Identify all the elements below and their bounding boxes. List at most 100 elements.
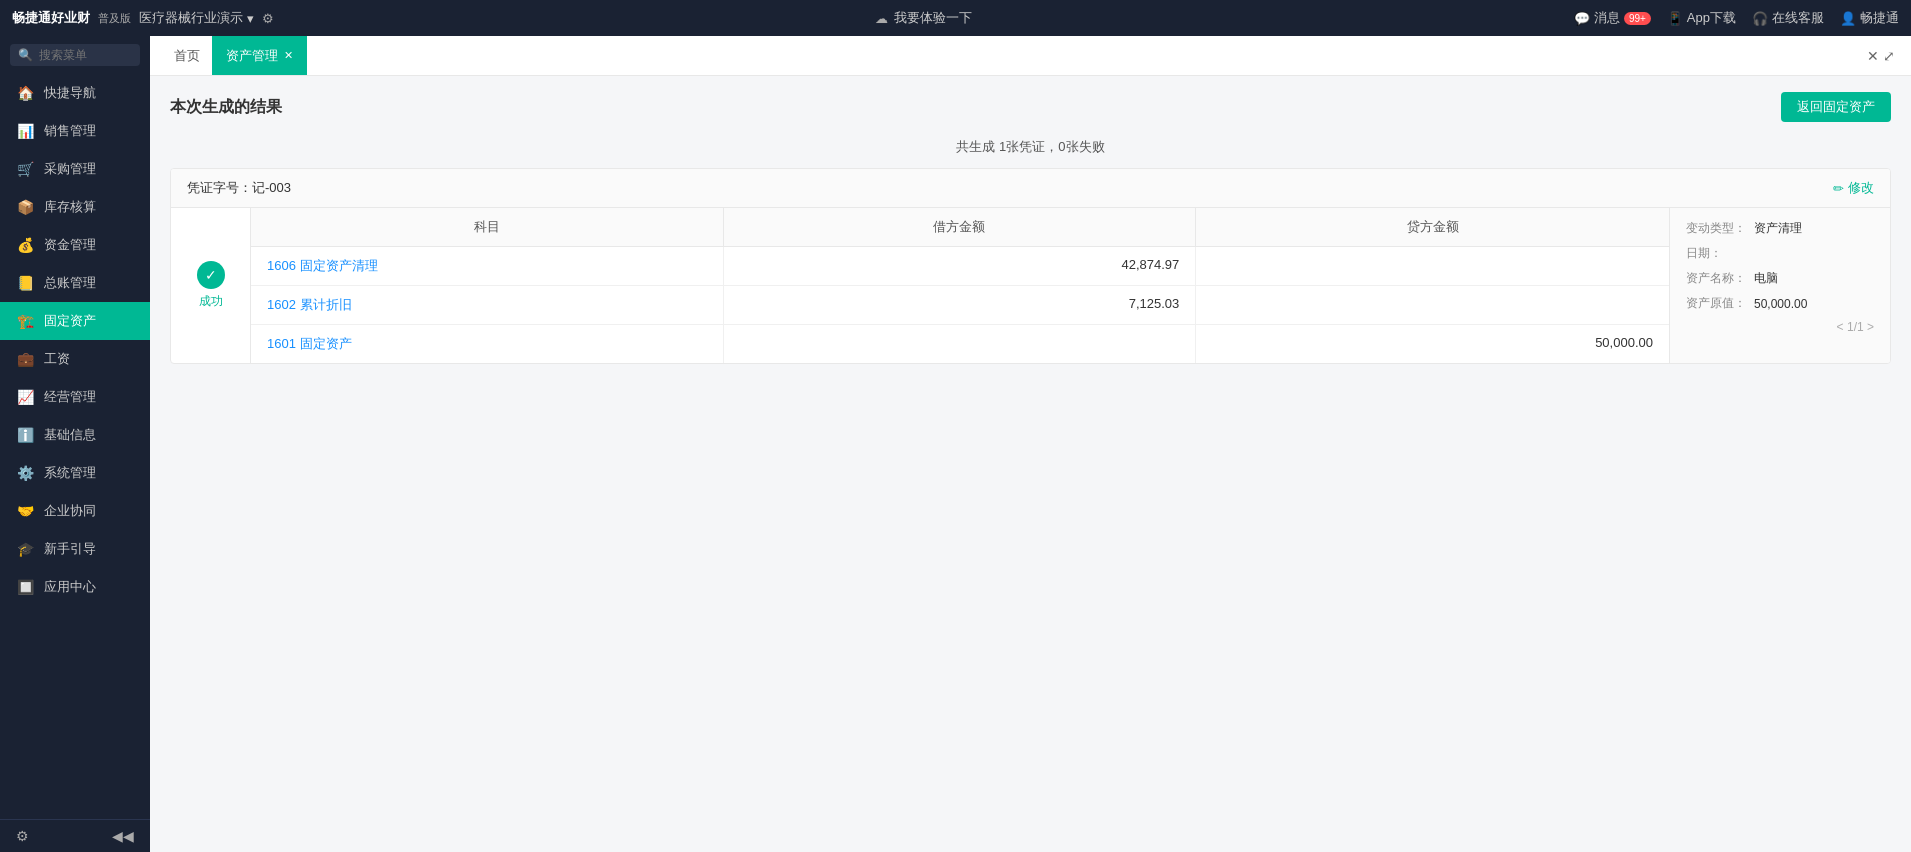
search-icon: 🔍 xyxy=(18,48,33,62)
company-name: 医疗器械行业演示 xyxy=(139,9,243,27)
apps-icon: 🔲 xyxy=(16,579,34,595)
user-action[interactable]: 👤 畅捷通 xyxy=(1840,9,1899,27)
page-indicator: 1/1 xyxy=(1847,320,1867,334)
back-to-fixed-assets-button[interactable]: 返回固定资产 xyxy=(1781,92,1891,122)
col-header-subject: 科目 xyxy=(251,208,724,246)
col-header-credit: 贷方金额 xyxy=(1196,208,1669,246)
sales-icon: 📊 xyxy=(16,123,34,139)
settings-icon[interactable]: ⚙ xyxy=(262,11,274,26)
voucher-table: 科目 借方金额 贷方金额 1606 固定资产清理 42,874.97 1602 … xyxy=(251,208,1670,363)
sidebar-item-sales[interactable]: 📊 销售管理 xyxy=(0,112,150,150)
sidebar-item-ledger[interactable]: 📒 总账管理 xyxy=(0,264,150,302)
next-page-icon[interactable]: > xyxy=(1867,320,1874,334)
finance-icon: 💰 xyxy=(16,237,34,253)
success-icon: ✓ xyxy=(197,261,225,289)
page-content: 本次生成的结果 返回固定资产 共生成 1张凭证，0张失败 凭证字号：记-003 … xyxy=(150,76,1911,852)
voucher-card: 凭证字号：记-003 ✏ 修改 ✓ 成功 xyxy=(170,168,1891,364)
chevron-down-icon: ▾ xyxy=(247,11,254,26)
sidebar-item-quick-nav[interactable]: 🏠 快捷导航 xyxy=(0,74,150,112)
basic-info-icon: ℹ️ xyxy=(16,427,34,443)
user-icon: 👤 xyxy=(1840,11,1856,26)
online-service-action[interactable]: 🎧 在线客服 xyxy=(1752,9,1824,27)
search-box[interactable]: 🔍 xyxy=(10,44,140,66)
sidebar-item-operations[interactable]: 📈 经营管理 xyxy=(0,378,150,416)
sidebar-item-guide[interactable]: 🎓 新手引导 xyxy=(0,530,150,568)
header-center: ☁ 我要体验一下 xyxy=(875,9,972,27)
main-layout: 🔍 🏠 快捷导航 📊 销售管理 🛒 采购管理 📦 库存核算 xyxy=(0,36,1911,852)
sidebar-item-label: 系统管理 xyxy=(44,464,96,482)
sidebar-item-finance[interactable]: 💰 资金管理 xyxy=(0,226,150,264)
sidebar-item-label: 企业协同 xyxy=(44,502,96,520)
edit-button[interactable]: ✏ 修改 xyxy=(1833,179,1874,197)
tab-close-icon[interactable]: ✕ xyxy=(284,49,293,62)
voucher-side-panel: 变动类型： 资产清理 日期： 资产名称： 电脑 资产原值： xyxy=(1670,208,1890,363)
app-download-label: App下载 xyxy=(1687,9,1736,27)
sidebar-item-basic-info[interactable]: ℹ️ 基础信息 xyxy=(0,416,150,454)
tab-asset-management[interactable]: 资产管理 ✕ xyxy=(212,36,307,75)
fixed-assets-icon: 🏗️ xyxy=(16,313,34,329)
voucher-status-col: ✓ 成功 xyxy=(171,208,251,363)
sidebar-item-apps[interactable]: 🔲 应用中心 xyxy=(0,568,150,606)
table-row: 1602 累计折旧 7,125.03 xyxy=(251,286,1669,325)
subject-cell-0[interactable]: 1606 固定资产清理 xyxy=(251,247,724,285)
company-selector[interactable]: 医疗器械行业演示 ▾ xyxy=(139,9,254,27)
sidebar-item-label: 采购管理 xyxy=(44,160,96,178)
tab-bar: 首页 资产管理 ✕ ✕ ⤢ xyxy=(150,36,1911,76)
panel-close-button[interactable]: ✕ xyxy=(1867,48,1879,64)
tab-home[interactable]: 首页 xyxy=(166,47,208,65)
home-icon: 🏠 xyxy=(16,85,34,101)
system-icon: ⚙️ xyxy=(16,465,34,481)
subject-cell-2[interactable]: 1601 固定资产 xyxy=(251,325,724,363)
payroll-icon: 💼 xyxy=(16,351,34,367)
settings-bottom-icon[interactable]: ⚙ xyxy=(16,828,29,844)
sidebar-item-fixed-assets[interactable]: 🏗️ 固定资产 xyxy=(0,302,150,340)
online-service-label: 在线客服 xyxy=(1772,9,1824,27)
page-title: 本次生成的结果 xyxy=(170,97,282,118)
sidebar-item-enterprise[interactable]: 🤝 企业协同 xyxy=(0,492,150,530)
sidebar-item-inventory[interactable]: 📦 库存核算 xyxy=(0,188,150,226)
debit-cell-1: 7,125.03 xyxy=(724,286,1197,324)
sidebar-item-label: 固定资产 xyxy=(44,312,96,330)
collapse-icon[interactable]: ◀◀ xyxy=(112,828,134,844)
pagination[interactable]: < 1/1 > xyxy=(1686,320,1874,334)
subject-cell-1[interactable]: 1602 累计折旧 xyxy=(251,286,724,324)
sidebar-item-system[interactable]: ⚙️ 系统管理 xyxy=(0,454,150,492)
change-type-row: 变动类型： 资产清理 xyxy=(1686,220,1874,237)
sidebar-item-label: 库存核算 xyxy=(44,198,96,216)
service-icon: 🎧 xyxy=(1752,11,1768,26)
enterprise-icon: 🤝 xyxy=(16,503,34,519)
voucher-body: ✓ 成功 科目 借方金额 贷方金额 1606 固定资产清理 42,874.97 xyxy=(171,208,1890,363)
top-header: 畅捷通好业财 普及版 医疗器械行业演示 ▾ ⚙ ☁ 我要体验一下 💬 消息 99… xyxy=(0,0,1911,36)
date-row: 日期： xyxy=(1686,245,1874,262)
original-value-label: 资产原值： xyxy=(1686,295,1746,312)
sidebar-item-payroll[interactable]: 💼 工资 xyxy=(0,340,150,378)
success-text: 成功 xyxy=(199,293,223,310)
app-logo: 畅捷通好业财 xyxy=(12,9,90,27)
sidebar-item-label: 销售管理 xyxy=(44,122,96,140)
asset-name-row: 资产名称： 电脑 xyxy=(1686,270,1874,287)
col-header-debit: 借方金额 xyxy=(724,208,1197,246)
sidebar-item-label: 经营管理 xyxy=(44,388,96,406)
change-type-value: 资产清理 xyxy=(1754,220,1802,237)
panel-expand-button[interactable]: ⤢ xyxy=(1883,48,1895,64)
original-value-row: 资产原值： 50,000.00 xyxy=(1686,295,1874,312)
sidebar-item-purchase[interactable]: 🛒 采购管理 xyxy=(0,150,150,188)
messages-badge: 99+ xyxy=(1624,12,1651,25)
app-version: 普及版 xyxy=(98,11,131,26)
search-input[interactable] xyxy=(39,48,132,62)
download-icon: 📱 xyxy=(1667,11,1683,26)
sidebar-item-label: 应用中心 xyxy=(44,578,96,596)
credit-cell-0 xyxy=(1196,247,1669,285)
credit-cell-1 xyxy=(1196,286,1669,324)
sidebar-item-label: 快捷导航 xyxy=(44,84,96,102)
original-value-value: 50,000.00 xyxy=(1754,297,1807,311)
sidebar-item-label: 总账管理 xyxy=(44,274,96,292)
experience-button[interactable]: 我要体验一下 xyxy=(894,9,972,27)
prev-page-icon[interactable]: < xyxy=(1837,320,1844,334)
sidebar-item-label: 资金管理 xyxy=(44,236,96,254)
messages-action[interactable]: 💬 消息 99+ xyxy=(1574,9,1651,27)
sidebar-bottom: ⚙ ◀◀ xyxy=(0,819,150,852)
header-right: 💬 消息 99+ 📱 App下载 🎧 在线客服 👤 畅捷通 xyxy=(1574,9,1899,27)
header-left: 畅捷通好业财 普及版 医疗器械行业演示 ▾ ⚙ xyxy=(12,9,274,27)
app-download-action[interactable]: 📱 App下载 xyxy=(1667,9,1736,27)
